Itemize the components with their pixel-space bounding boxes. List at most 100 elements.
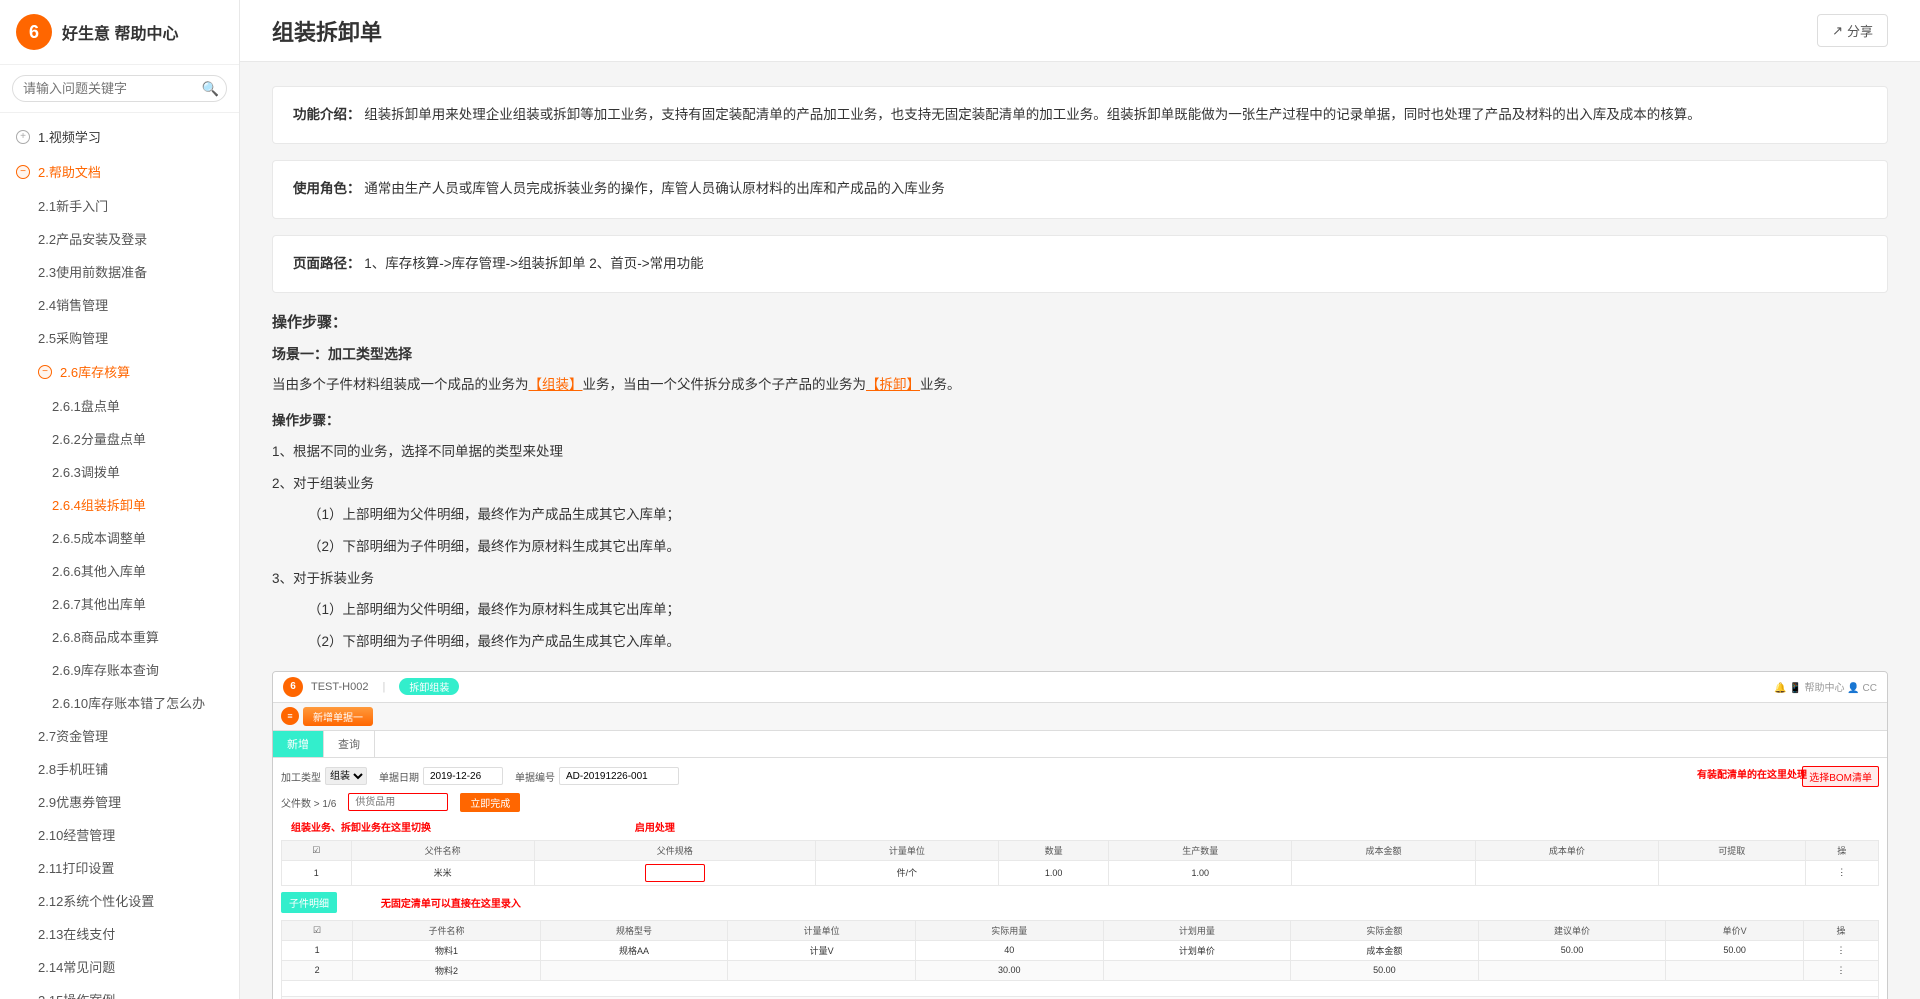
sidebar-item-2-9[interactable]: 2.9优惠券管理 — [0, 785, 239, 818]
sidebar-item-2-3[interactable]: 2.3使用前数据准备 — [0, 255, 239, 288]
share-button[interactable]: ↗ 分享 — [1817, 14, 1888, 47]
sidebar-item-2-6-2[interactable]: 2.6.2分量盘点单 — [0, 422, 239, 455]
ss-bom-btn[interactable]: 选择BOM清单 — [1802, 766, 1879, 787]
ss-tab-new[interactable]: 新增 — [273, 731, 324, 757]
main-content: 功能介绍： 组装拆卸单用来处理企业组装或拆卸等加工业务，支持有固定装配清单的产品… — [240, 62, 1920, 999]
ss-th-qty: 数量 — [999, 840, 1109, 860]
ss-warehouse-input[interactable] — [348, 793, 448, 811]
share-icon: ↗ — [1832, 23, 1843, 39]
ss-sub-th-spec: 规格型号 — [540, 920, 728, 940]
ss-confirm-btn[interactable]: 立即完成 — [460, 793, 520, 812]
sidebar-item-2-8[interactable]: 2.8手机旺铺 — [0, 752, 239, 785]
sidebar: 6 好生意 帮助中心 🔍 + 1.视频学习 − 2.帮助文档 2.1新手入门 2… — [0, 0, 240, 999]
ss-no-label: 单据编号 — [515, 769, 555, 784]
sidebar-item-2-6-9[interactable]: 2.6.9库存账本查询 — [0, 653, 239, 686]
step1: 1、根据不同的业务，选择不同单据的类型来处理 — [272, 439, 1888, 465]
ss-no-input[interactable] — [559, 767, 679, 785]
ss-sub-th-amt: 实际金额 — [1291, 920, 1479, 940]
ss-td-unit: 件/个 — [815, 860, 998, 885]
ss-th-parent-name: 父件名称 — [351, 840, 534, 860]
collapse-icon-2-6: − — [38, 365, 52, 379]
step2-2: （2）下部明细为子件明细，最终作为原材料生成其它出库单。 — [272, 534, 1888, 560]
ss-date-label: 单据日期 — [379, 769, 419, 784]
search-bar: 🔍 — [0, 65, 239, 113]
main-header: 组装拆卸单 ↗ 分享 — [240, 0, 1920, 62]
ss-form-row2: 父件数 > 1/6 立即完成 — [281, 793, 1879, 812]
sidebar-item-2-4[interactable]: 2.4销售管理 — [0, 288, 239, 321]
function-intro-text: 组装拆卸单用来处理企业组装或拆卸等加工业务，支持有固定装配清单的产品加工业务，也… — [364, 107, 1701, 122]
sidebar-item-2-15[interactable]: 2.15操作案例 — [0, 983, 239, 999]
ss-topbar-text: TEST-H002 — [311, 681, 368, 693]
scene1-title: 场景一：加工类型选择 — [272, 344, 1888, 364]
ss-td-pname: 米米 — [351, 860, 534, 885]
sidebar-item-video[interactable]: + 1.视频学习 — [0, 119, 239, 154]
ss-th-parent-spec: 父件规格 — [534, 840, 815, 860]
ss-td-op: ⋮ — [1805, 860, 1878, 885]
ss-pspec-input[interactable] — [645, 864, 705, 882]
ss-th-cost-amt: 成本金额 — [1292, 840, 1475, 860]
sidebar-item-2-6-10[interactable]: 2.6.10库存账本错了怎么办 — [0, 686, 239, 719]
link-zuzhang[interactable]: 【组装】 — [529, 377, 583, 392]
search-input[interactable] — [12, 75, 227, 102]
ss-date-input[interactable] — [423, 767, 503, 785]
logo-icon: 6 — [16, 14, 52, 50]
ss-th-op: 操 — [1805, 840, 1878, 860]
ss-td-qty: 1.00 — [999, 860, 1109, 885]
ss-sub-th-price: 单价V — [1666, 920, 1804, 940]
sidebar-item-2-6-1[interactable]: 2.6.1盘点单 — [0, 389, 239, 422]
ss-new-btn[interactable]: 新增单据一 — [303, 707, 373, 726]
scene1-desc: 当由多个子件材料组装成一个成品的业务为【组装】业务，当由一个父件拆分成多个子产品… — [272, 372, 1888, 398]
sidebar-item-2-6-7[interactable]: 2.6.7其他出库单 — [0, 587, 239, 620]
ss-sub-th-name: 子件名称 — [353, 920, 541, 940]
sidebar-item-2-6[interactable]: − 2.6库存核算 — [0, 354, 239, 389]
table-row: 2 物料2 30.00 50.00 ⋮ — [282, 960, 1879, 980]
ss-td-costprice — [1475, 860, 1658, 885]
steps-section-title: 操作步骤： — [272, 311, 1888, 332]
steps-intro: 操作步骤： — [272, 408, 1888, 434]
sidebar-item-2-14[interactable]: 2.14常见问题 — [0, 950, 239, 983]
sidebar-item-2-11[interactable]: 2.11打印设置 — [0, 851, 239, 884]
sidebar-item-2-1[interactable]: 2.1新手入门 — [0, 189, 239, 222]
link-chaijue[interactable]: 【拆卸】 — [866, 377, 920, 392]
sidebar-item-2-10[interactable]: 2.10经营管理 — [0, 818, 239, 851]
ss-annotation-area1: 选择BOM清单 — [1802, 766, 1879, 787]
sidebar-item-2-7[interactable]: 2.7资金管理 — [0, 719, 239, 752]
collapse-icon: − — [16, 165, 30, 179]
annotation-label-3: 启用处理 — [635, 823, 675, 834]
sidebar-item-2-6-3[interactable]: 2.6.3调拨单 — [0, 455, 239, 488]
sidebar-header: 6 好生意 帮助中心 — [0, 0, 239, 65]
sidebar-item-2-2[interactable]: 2.2产品安装及登录 — [0, 222, 239, 255]
ss-sub-th-op: 操 — [1803, 920, 1878, 940]
ss-sub-table-label: 子件明细 — [281, 892, 337, 913]
table-row — [282, 980, 1879, 996]
search-icon: 🔍 — [202, 80, 219, 97]
sidebar-item-2-13[interactable]: 2.13在线支付 — [0, 917, 239, 950]
sidebar-item-docs[interactable]: − 2.帮助文档 — [0, 154, 239, 189]
role-block: 使用角色： 通常由生产人员或库管人员完成拆装业务的操作，库管人员确认原材料的出库… — [272, 160, 1888, 218]
sidebar-item-2-6-4[interactable]: 2.6.4组装拆卸单 — [0, 488, 239, 521]
ss-th-unit: 计量单位 — [815, 840, 998, 860]
ss-td-avail — [1658, 860, 1805, 885]
ss-logo: 6 — [283, 677, 303, 697]
sidebar-item-label: 1.视频学习 — [38, 127, 101, 146]
ss-rows-label: 父件数 > 1/6 — [281, 795, 336, 810]
step2: 2、对于组装业务 — [272, 471, 1888, 497]
sidebar-item-2-6-5[interactable]: 2.6.5成本调整单 — [0, 521, 239, 554]
ss-sub-table: ☑ 子件名称 规格型号 计量单位 实际用量 计划用量 实际金额 建议单价 单价V… — [281, 920, 1879, 999]
ss-td-cb: 1 — [282, 860, 352, 885]
nav-section: + 1.视频学习 − 2.帮助文档 2.1新手入门 2.2产品安装及登录 2.3… — [0, 113, 239, 999]
sidebar-item-2-6-6[interactable]: 2.6.6其他入库单 — [0, 554, 239, 587]
sidebar-item-2-5[interactable]: 2.5采购管理 — [0, 321, 239, 354]
role-label: 使用角色： — [293, 181, 361, 196]
sidebar-item-2-12[interactable]: 2.12系统个性化设置 — [0, 884, 239, 917]
screenshot-container: 6 TEST-H002 | 拆卸组装 🔔 📱 帮助中心 👤 CC ≡ 新增单据一… — [272, 671, 1888, 999]
step3: 3、对于拆装业务 — [272, 566, 1888, 592]
sidebar-item-2-6-8[interactable]: 2.6.8商品成本重算 — [0, 620, 239, 653]
ss-type-select[interactable]: 组装 — [325, 767, 367, 785]
ss-tab-query[interactable]: 查询 — [324, 731, 375, 757]
sidebar-item-label: 2.帮助文档 — [38, 162, 101, 181]
ss-th-prod-qty: 生产数量 — [1109, 840, 1292, 860]
function-intro-label: 功能介绍： — [293, 107, 361, 122]
annotation-label-4: 无固定清单可以直接在这里录入 — [381, 895, 521, 910]
ss-field-no: 单据编号 — [515, 767, 679, 785]
